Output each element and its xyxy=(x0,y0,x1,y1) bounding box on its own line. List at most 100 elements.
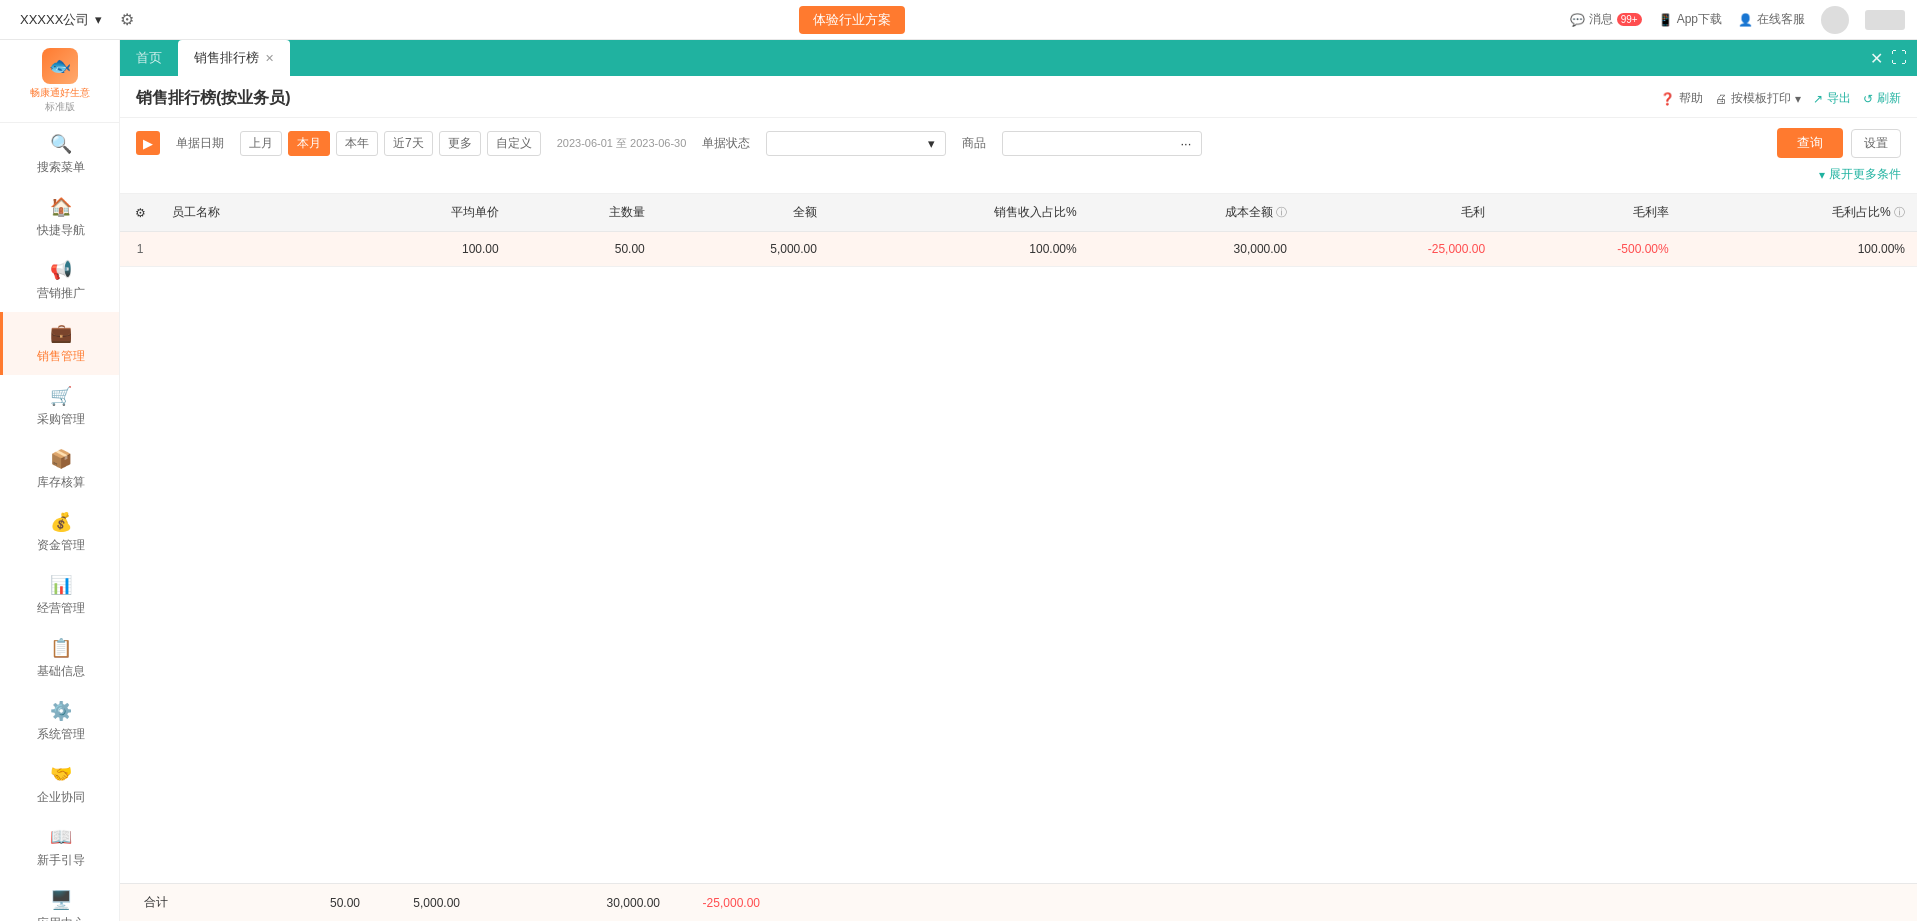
online-service-item[interactable]: 👤 在线客服 xyxy=(1738,11,1805,28)
table-container: ⚙ 员工名称 平均单价 主数量 全额 销售收入占比% 成本全额 ⓘ 毛利 毛利率… xyxy=(120,194,1917,883)
sidebar-item-nav[interactable]: 🏠 快捷导航 xyxy=(0,186,119,249)
app-download-item[interactable]: 📱 App下载 xyxy=(1658,11,1722,28)
date-btn-custom[interactable]: 自定义 xyxy=(487,131,541,156)
filter-area: ▶ 单据日期 上月 本月 本年 近7天 更多 自定义 2023-06-01 至 … xyxy=(120,118,1917,194)
sidebar-item-sales[interactable]: 💼 销售管理 xyxy=(0,312,119,375)
logo-area[interactable]: 🐟 畅康通好生意 标准版 xyxy=(0,40,119,123)
footer-main-qty: 50.00 xyxy=(292,896,372,910)
user-name-area[interactable] xyxy=(1865,10,1905,30)
cell-avg-price: 100.00 xyxy=(335,232,510,267)
sidebar-item-label: 搜索菜单 xyxy=(37,159,85,176)
finance-icon: 💰 xyxy=(50,511,72,533)
export-label: 导出 xyxy=(1827,90,1851,107)
sidebar-item-apps[interactable]: 🖥️ 应用中心 xyxy=(0,879,119,921)
sidebar-item-label: 资金管理 xyxy=(37,537,85,554)
footer-cost: 30,000.00 xyxy=(572,896,672,910)
cell-cost: 30,000.00 xyxy=(1089,232,1299,267)
sidebar-item-marketing[interactable]: 📢 营销推广 xyxy=(0,249,119,312)
refresh-button[interactable]: ↺ 刷新 xyxy=(1863,90,1901,107)
tab-close-icon[interactable]: ✕ xyxy=(265,52,274,65)
enterprise-icon: 🤝 xyxy=(50,763,72,785)
dropdown-icon: ▾ xyxy=(95,12,102,27)
app-icon: 📱 xyxy=(1658,13,1673,27)
cell-gross: -25,000.00 xyxy=(1299,232,1497,267)
tab-bar: 首页 销售排行榜 ✕ ✕ ⛶ xyxy=(120,40,1917,76)
sidebar-item-label: 系统管理 xyxy=(37,726,85,743)
goods-filter-label: 商品 xyxy=(962,135,986,152)
col-name: 员工名称 xyxy=(160,194,335,232)
sidebar-item-purchase[interactable]: 🛒 采购管理 xyxy=(0,375,119,438)
date-btn-current-year[interactable]: 本年 xyxy=(336,131,378,156)
tab-close-all-icon[interactable]: ✕ xyxy=(1870,49,1883,68)
online-service-label: 在线客服 xyxy=(1757,11,1805,28)
sidebar-item-management[interactable]: 📊 经营管理 xyxy=(0,564,119,627)
sidebar-item-system[interactable]: ⚙️ 系统管理 xyxy=(0,690,119,753)
management-icon: 📊 xyxy=(50,574,72,596)
message-icon: 💬 xyxy=(1570,13,1585,27)
cell-name xyxy=(160,232,335,267)
filter-arrow-icon: ▶ xyxy=(143,136,153,151)
sidebar: 🐟 畅康通好生意 标准版 🔍 搜索菜单 🏠 快捷导航 📢 营销推广 💼 销售管理… xyxy=(0,40,120,921)
tab-maximize-icon[interactable]: ⛶ xyxy=(1891,49,1907,67)
status-filter-label: 单据状态 xyxy=(702,135,750,152)
date-filter: 上月 本月 本年 近7天 更多 自定义 xyxy=(240,131,541,156)
filter-arrow-btn[interactable]: ▶ xyxy=(136,131,160,155)
help-button[interactable]: ❓ 帮助 xyxy=(1660,90,1703,107)
tab-home[interactable]: 首页 xyxy=(120,40,178,76)
top-bar-right: 💬 消息 99+ 📱 App下载 👤 在线客服 xyxy=(1570,6,1905,34)
gear-icon[interactable]: ⚙ xyxy=(120,10,134,29)
print-button[interactable]: 🖨 按模板打印 ▾ xyxy=(1715,90,1801,107)
table-header-row: ⚙ 员工名称 平均单价 主数量 全额 销售收入占比% 成本全额 ⓘ 毛利 毛利率… xyxy=(120,194,1917,232)
purchase-icon: 🛒 xyxy=(50,385,72,407)
query-button[interactable]: 查询 xyxy=(1777,128,1843,158)
print-label: 按模板打印 xyxy=(1731,90,1791,107)
date-btn-current-month[interactable]: 本月 xyxy=(288,131,330,156)
cell-index: 1 xyxy=(120,232,160,267)
goods-select[interactable]: ··· xyxy=(1002,131,1202,156)
date-btn-7days[interactable]: 近7天 xyxy=(384,131,433,156)
footer-gross: -25,000.00 xyxy=(672,896,772,910)
status-select[interactable]: ▾ xyxy=(766,131,946,156)
col-gross-rate: 毛利率 xyxy=(1497,194,1681,232)
footer-sales-pct xyxy=(472,896,572,910)
settings-button[interactable]: 设置 xyxy=(1851,129,1901,158)
avatar[interactable] xyxy=(1821,6,1849,34)
cost-info-icon[interactable]: ⓘ xyxy=(1276,206,1287,218)
export-button[interactable]: ↗ 导出 xyxy=(1813,90,1851,107)
col-total: 全额 xyxy=(657,194,829,232)
tab-home-label: 首页 xyxy=(136,49,162,67)
guide-icon: 📖 xyxy=(50,826,72,848)
message-badge: 99+ xyxy=(1617,13,1642,26)
sidebar-item-guide[interactable]: 📖 新手引导 xyxy=(0,816,119,879)
search-icon: 🔍 xyxy=(50,133,72,155)
tab-sales-ranking-label: 销售排行榜 xyxy=(194,49,259,67)
logo-tag: 标准版 xyxy=(45,100,75,114)
sidebar-item-inventory[interactable]: 📦 库存核算 xyxy=(0,438,119,501)
logo-name: 畅康通好生意 xyxy=(30,86,90,100)
expand-conditions-btn[interactable]: ▾ 展开更多条件 xyxy=(1819,166,1901,183)
date-range-text: 2023-06-01 至 2023-06-30 xyxy=(557,136,687,151)
sidebar-item-label: 库存核算 xyxy=(37,474,85,491)
gross-pct-info-icon[interactable]: ⓘ xyxy=(1894,206,1905,218)
page-content: 销售排行榜(按业务员) ❓ 帮助 🖨 按模板打印 ▾ ↗ 导出 xyxy=(120,76,1917,921)
trial-button[interactable]: 体验行业方案 xyxy=(799,6,905,34)
sidebar-item-enterprise[interactable]: 🤝 企业协同 xyxy=(0,753,119,816)
help-label: 帮助 xyxy=(1679,90,1703,107)
sidebar-item-basic[interactable]: 📋 基础信息 xyxy=(0,627,119,690)
inventory-icon: 📦 xyxy=(50,448,72,470)
tab-sales-ranking[interactable]: 销售排行榜 ✕ xyxy=(178,40,290,76)
col-gross-pct: 毛利占比% ⓘ xyxy=(1681,194,1917,232)
help-icon: ❓ xyxy=(1660,92,1675,106)
sidebar-item-label: 经营管理 xyxy=(37,600,85,617)
col-cost: 成本全额 ⓘ xyxy=(1089,194,1299,232)
date-btn-prev-month[interactable]: 上月 xyxy=(240,131,282,156)
company-selector[interactable]: XXXXX公司 ▾ xyxy=(12,7,110,33)
col-settings[interactable]: ⚙ xyxy=(120,194,160,232)
marketing-icon: 📢 xyxy=(50,259,72,281)
message-item[interactable]: 💬 消息 99+ xyxy=(1570,11,1642,28)
sidebar-item-finance[interactable]: 💰 资金管理 xyxy=(0,501,119,564)
refresh-icon: ↺ xyxy=(1863,92,1873,106)
date-btn-more[interactable]: 更多 xyxy=(439,131,481,156)
sidebar-item-search[interactable]: 🔍 搜索菜单 xyxy=(0,123,119,186)
data-table: ⚙ 员工名称 平均单价 主数量 全额 销售收入占比% 成本全额 ⓘ 毛利 毛利率… xyxy=(120,194,1917,267)
